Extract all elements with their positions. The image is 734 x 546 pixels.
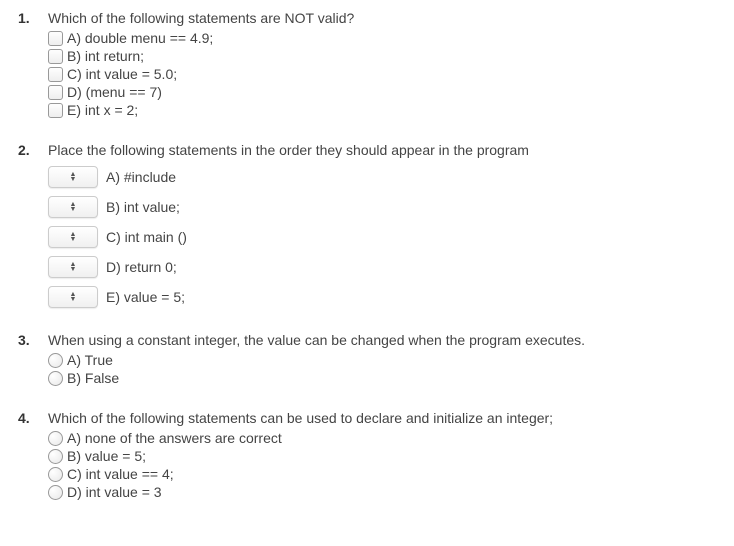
option-label: A) #include xyxy=(106,169,176,185)
options-list: A) none of the answers are correct B) va… xyxy=(48,430,716,500)
option-row: A) True xyxy=(48,352,716,368)
option-row: E) int x = 2; xyxy=(48,102,716,118)
option-label: D) (menu == 7) xyxy=(67,84,162,100)
option-label: C) int value == 4; xyxy=(67,466,174,482)
stepper-icon: ▲▼ xyxy=(70,262,77,272)
question-text: Which of the following statements are NO… xyxy=(48,10,716,26)
options-list: A) True B) False xyxy=(48,352,716,386)
question-number: 2. xyxy=(18,142,48,158)
option-label: B) False xyxy=(67,370,119,386)
option-row: B) value = 5; xyxy=(48,448,716,464)
question-header: 4. Which of the following statements can… xyxy=(18,410,716,426)
question-number: 1. xyxy=(18,10,48,26)
question-4: 4. Which of the following statements can… xyxy=(18,410,716,500)
option-label: A) double menu == 4.9; xyxy=(67,30,213,46)
option-label: A) none of the answers are correct xyxy=(67,430,282,446)
dropdown-row: ▲▼ B) int value; xyxy=(48,196,716,218)
dropdown-row: ▲▼ C) int main () xyxy=(48,226,716,248)
option-row: B) int return; xyxy=(48,48,716,64)
option-label: E) int x = 2; xyxy=(67,102,138,118)
option-row: A) double menu == 4.9; xyxy=(48,30,716,46)
option-label: D) int value = 3 xyxy=(67,484,162,500)
question-header: 3. When using a constant integer, the va… xyxy=(18,332,716,348)
option-row: D) (menu == 7) xyxy=(48,84,716,100)
option-label: E) value = 5; xyxy=(106,289,185,305)
checkbox-b[interactable] xyxy=(48,49,63,64)
options-list: A) double menu == 4.9; B) int return; C)… xyxy=(48,30,716,118)
checkbox-d[interactable] xyxy=(48,85,63,100)
question-text: Which of the following statements can be… xyxy=(48,410,716,426)
question-text: Place the following statements in the or… xyxy=(48,142,716,158)
dropdown-row: ▲▼ E) value = 5; xyxy=(48,286,716,308)
question-3: 3. When using a constant integer, the va… xyxy=(18,332,716,386)
option-label: B) int value; xyxy=(106,199,180,215)
stepper-icon: ▲▼ xyxy=(70,292,77,302)
option-label: A) True xyxy=(67,352,113,368)
question-number: 4. xyxy=(18,410,48,426)
radio-a[interactable] xyxy=(48,431,63,446)
order-select-a[interactable]: ▲▼ xyxy=(48,166,98,188)
stepper-icon: ▲▼ xyxy=(70,202,77,212)
checkbox-e[interactable] xyxy=(48,103,63,118)
radio-d[interactable] xyxy=(48,485,63,500)
radio-b[interactable] xyxy=(48,371,63,386)
option-label: D) return 0; xyxy=(106,259,177,275)
option-row: C) int value == 4; xyxy=(48,466,716,482)
radio-a[interactable] xyxy=(48,353,63,368)
option-row: D) int value = 3 xyxy=(48,484,716,500)
dropdown-row: ▲▼ A) #include xyxy=(48,166,716,188)
option-row: B) False xyxy=(48,370,716,386)
question-header: 1. Which of the following statements are… xyxy=(18,10,716,26)
order-select-b[interactable]: ▲▼ xyxy=(48,196,98,218)
options-list: ▲▼ A) #include ▲▼ B) int value; ▲▼ C) in… xyxy=(48,166,716,308)
question-text: When using a constant integer, the value… xyxy=(48,332,716,348)
order-select-d[interactable]: ▲▼ xyxy=(48,256,98,278)
option-label: B) int return; xyxy=(67,48,144,64)
option-label: C) int value = 5.0; xyxy=(67,66,177,82)
order-select-c[interactable]: ▲▼ xyxy=(48,226,98,248)
order-select-e[interactable]: ▲▼ xyxy=(48,286,98,308)
option-label: B) value = 5; xyxy=(67,448,146,464)
option-row: A) none of the answers are correct xyxy=(48,430,716,446)
radio-c[interactable] xyxy=(48,467,63,482)
stepper-icon: ▲▼ xyxy=(70,172,77,182)
question-header: 2. Place the following statements in the… xyxy=(18,142,716,158)
stepper-icon: ▲▼ xyxy=(70,232,77,242)
dropdown-row: ▲▼ D) return 0; xyxy=(48,256,716,278)
question-1: 1. Which of the following statements are… xyxy=(18,10,716,118)
checkbox-a[interactable] xyxy=(48,31,63,46)
checkbox-c[interactable] xyxy=(48,67,63,82)
question-2: 2. Place the following statements in the… xyxy=(18,142,716,308)
question-number: 3. xyxy=(18,332,48,348)
option-label: C) int main () xyxy=(106,229,187,245)
radio-b[interactable] xyxy=(48,449,63,464)
option-row: C) int value = 5.0; xyxy=(48,66,716,82)
